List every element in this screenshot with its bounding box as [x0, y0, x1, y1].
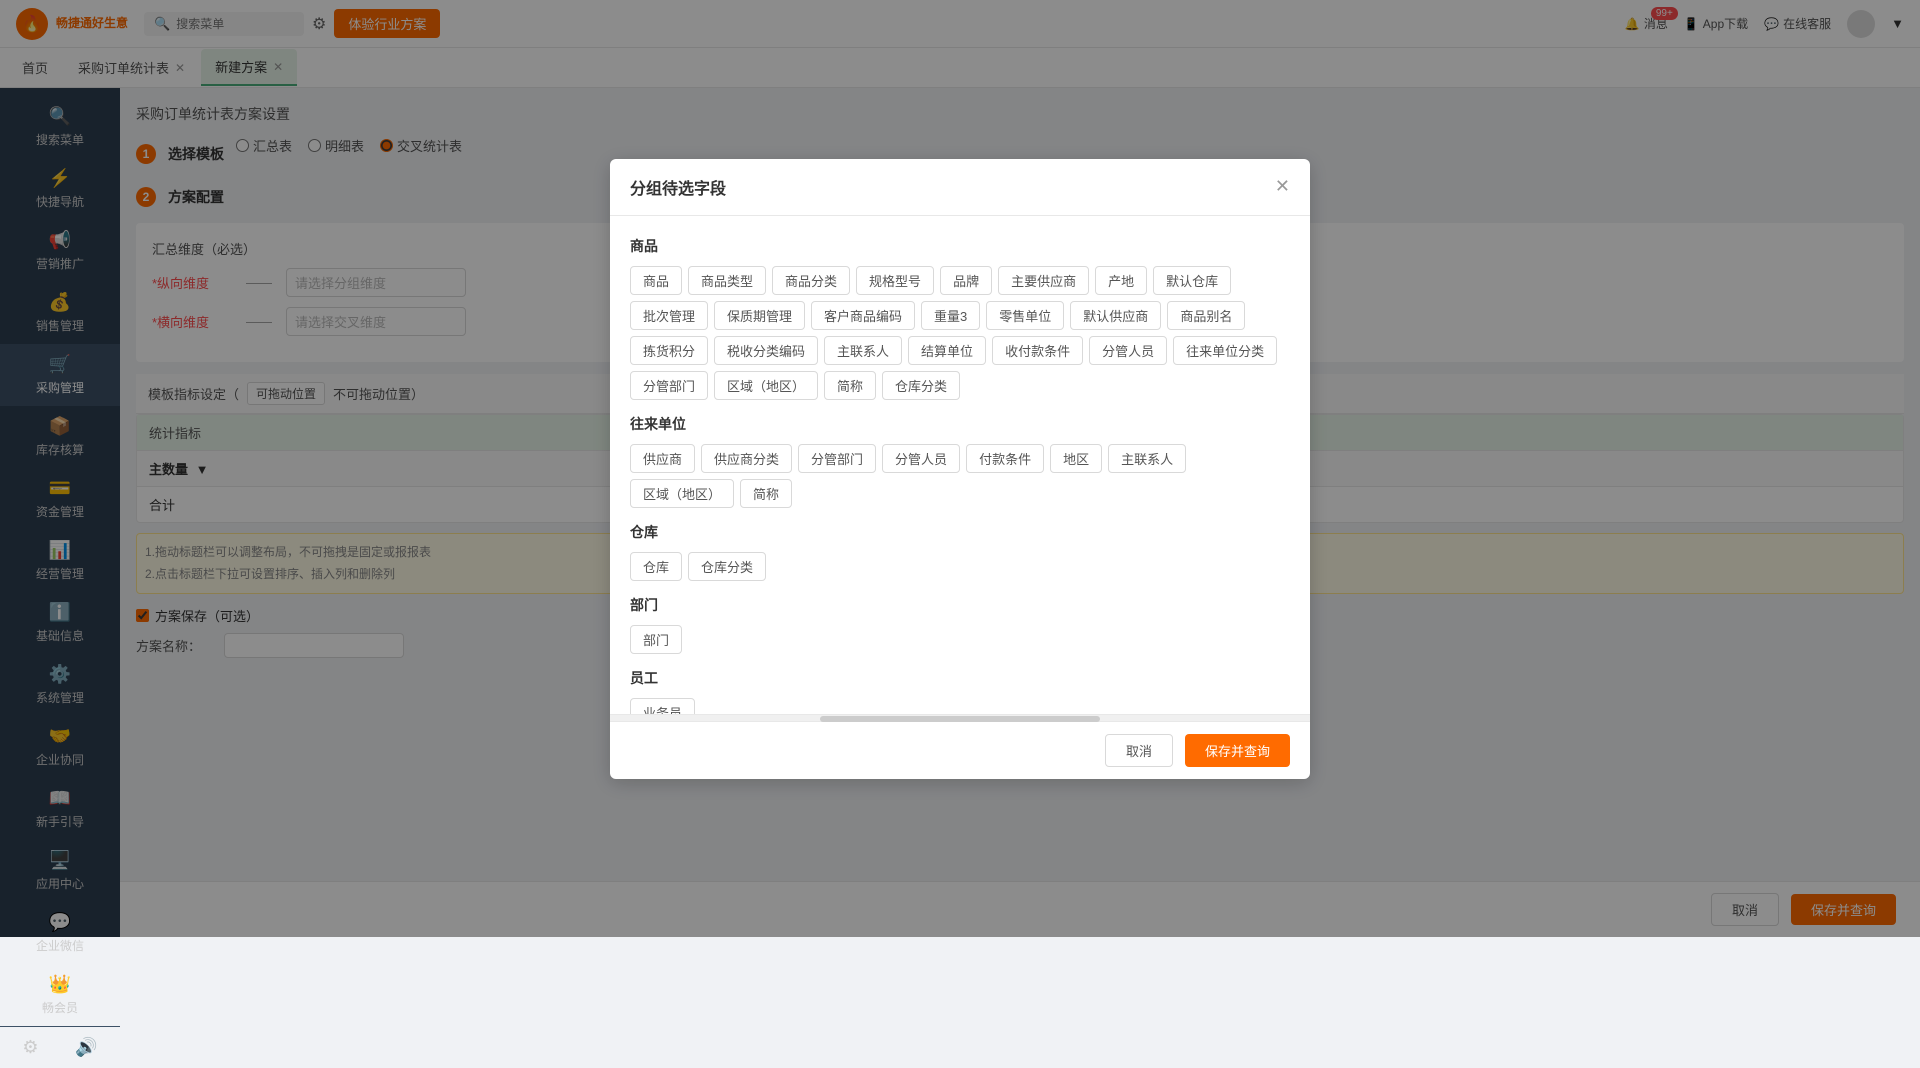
field-wh-cat[interactable]: 仓库分类	[882, 371, 960, 400]
group-title-goods: 商品	[630, 236, 1290, 256]
field-partner-cat[interactable]: 往来单位分类	[1173, 336, 1277, 365]
field-retail-unit[interactable]: 零售单位	[986, 301, 1064, 330]
field-pay-terms[interactable]: 付款条件	[966, 444, 1044, 473]
group-fields-staff: 业务员	[630, 698, 1290, 715]
field-payment-terms[interactable]: 收付款条件	[992, 336, 1083, 365]
settings-bottom-icon[interactable]: ⚙	[22, 1037, 38, 1058]
field-spec[interactable]: 规格型号	[856, 266, 934, 295]
field-goods[interactable]: 商品	[630, 266, 682, 295]
modal-header: 分组待选字段 ✕	[610, 159, 1310, 216]
group-title-partner: 往来单位	[630, 414, 1290, 434]
field-alias[interactable]: 商品别名	[1167, 301, 1245, 330]
group-fields-warehouse: 仓库 仓库分类	[630, 552, 1290, 581]
group-title-warehouse: 仓库	[630, 522, 1290, 542]
field-region2[interactable]: 区域（地区）	[630, 479, 734, 508]
sidebar-bottom: ⚙ 🔊	[0, 1026, 120, 1068]
field-salesperson[interactable]: 业务员	[630, 698, 695, 715]
field-pick-score[interactable]: 拣货积分	[630, 336, 708, 365]
group-title-staff: 员工	[630, 668, 1290, 688]
group-title-dept: 部门	[630, 595, 1290, 615]
field-main-supplier[interactable]: 主要供应商	[998, 266, 1089, 295]
modal-body[interactable]: 商品 商品 商品类型 商品分类 规格型号 品牌 主要供应商 产地 默认仓库 批次…	[610, 216, 1310, 715]
modal-title: 分组待选字段	[630, 175, 726, 199]
field-tax-code[interactable]: 税收分类编码	[714, 336, 818, 365]
field-origin[interactable]: 产地	[1095, 266, 1147, 295]
field-supplier[interactable]: 供应商	[630, 444, 695, 473]
field-manage-dept[interactable]: 分管部门	[798, 444, 876, 473]
field-supervisor[interactable]: 分管人员	[1089, 336, 1167, 365]
field-brand[interactable]: 品牌	[940, 266, 992, 295]
sidebar-item-wechat-label: 企业微信	[36, 937, 84, 954]
group-fields-partner: 供应商 供应商分类 分管部门 分管人员 付款条件 地区 主联系人 区域（地区） …	[630, 444, 1290, 508]
field-cust-code[interactable]: 客户商品编码	[811, 301, 915, 330]
field-default-supplier[interactable]: 默认供应商	[1070, 301, 1161, 330]
modal-footer: 取消 保存并查询	[610, 721, 1310, 779]
volume-icon[interactable]: 🔊	[75, 1037, 97, 1058]
field-batch[interactable]: 批次管理	[630, 301, 708, 330]
field-contact[interactable]: 主联系人	[1108, 444, 1186, 473]
field-settle-unit[interactable]: 结算单位	[908, 336, 986, 365]
field-supplier-cat[interactable]: 供应商分类	[701, 444, 792, 473]
modal-cancel-button[interactable]: 取消	[1105, 734, 1173, 767]
field-region[interactable]: 区域（地区）	[714, 371, 818, 400]
field-short-name[interactable]: 简称	[824, 371, 876, 400]
field-abbr[interactable]: 简称	[740, 479, 792, 508]
field-wh-class[interactable]: 仓库分类	[688, 552, 766, 581]
modal-save-button[interactable]: 保存并查询	[1185, 734, 1290, 767]
group-fields-goods: 商品 商品类型 商品分类 规格型号 品牌 主要供应商 产地 默认仓库 批次管理 …	[630, 266, 1290, 400]
field-dept2[interactable]: 部门	[630, 625, 682, 654]
group-fields-dept: 部门	[630, 625, 1290, 654]
field-area[interactable]: 地区	[1050, 444, 1102, 473]
hscroll-thumb	[820, 716, 1100, 722]
member-icon: 👑	[49, 974, 71, 995]
field-dept[interactable]: 分管部门	[630, 371, 708, 400]
field-wh[interactable]: 仓库	[630, 552, 682, 581]
sidebar-item-member-label: 畅会员	[42, 999, 78, 1016]
field-weight3[interactable]: 重量3	[921, 301, 980, 330]
field-manage-person[interactable]: 分管人员	[882, 444, 960, 473]
field-default-wh[interactable]: 默认仓库	[1153, 266, 1231, 295]
modal-close-button[interactable]: ✕	[1275, 176, 1290, 197]
modal-hscroll[interactable]	[610, 714, 1310, 720]
field-expiry[interactable]: 保质期管理	[714, 301, 805, 330]
field-main-contact[interactable]: 主联系人	[824, 336, 902, 365]
sidebar-item-member[interactable]: 👑 畅会员	[0, 964, 120, 1026]
modal: 分组待选字段 ✕ 商品 商品 商品类型 商品分类 规格型号 品牌 主要供应商 产…	[610, 159, 1310, 779]
modal-overlay: 分组待选字段 ✕ 商品 商品 商品类型 商品分类 规格型号 品牌 主要供应商 产…	[0, 0, 1920, 937]
field-goods-cat[interactable]: 商品分类	[772, 266, 850, 295]
field-goods-type[interactable]: 商品类型	[688, 266, 766, 295]
